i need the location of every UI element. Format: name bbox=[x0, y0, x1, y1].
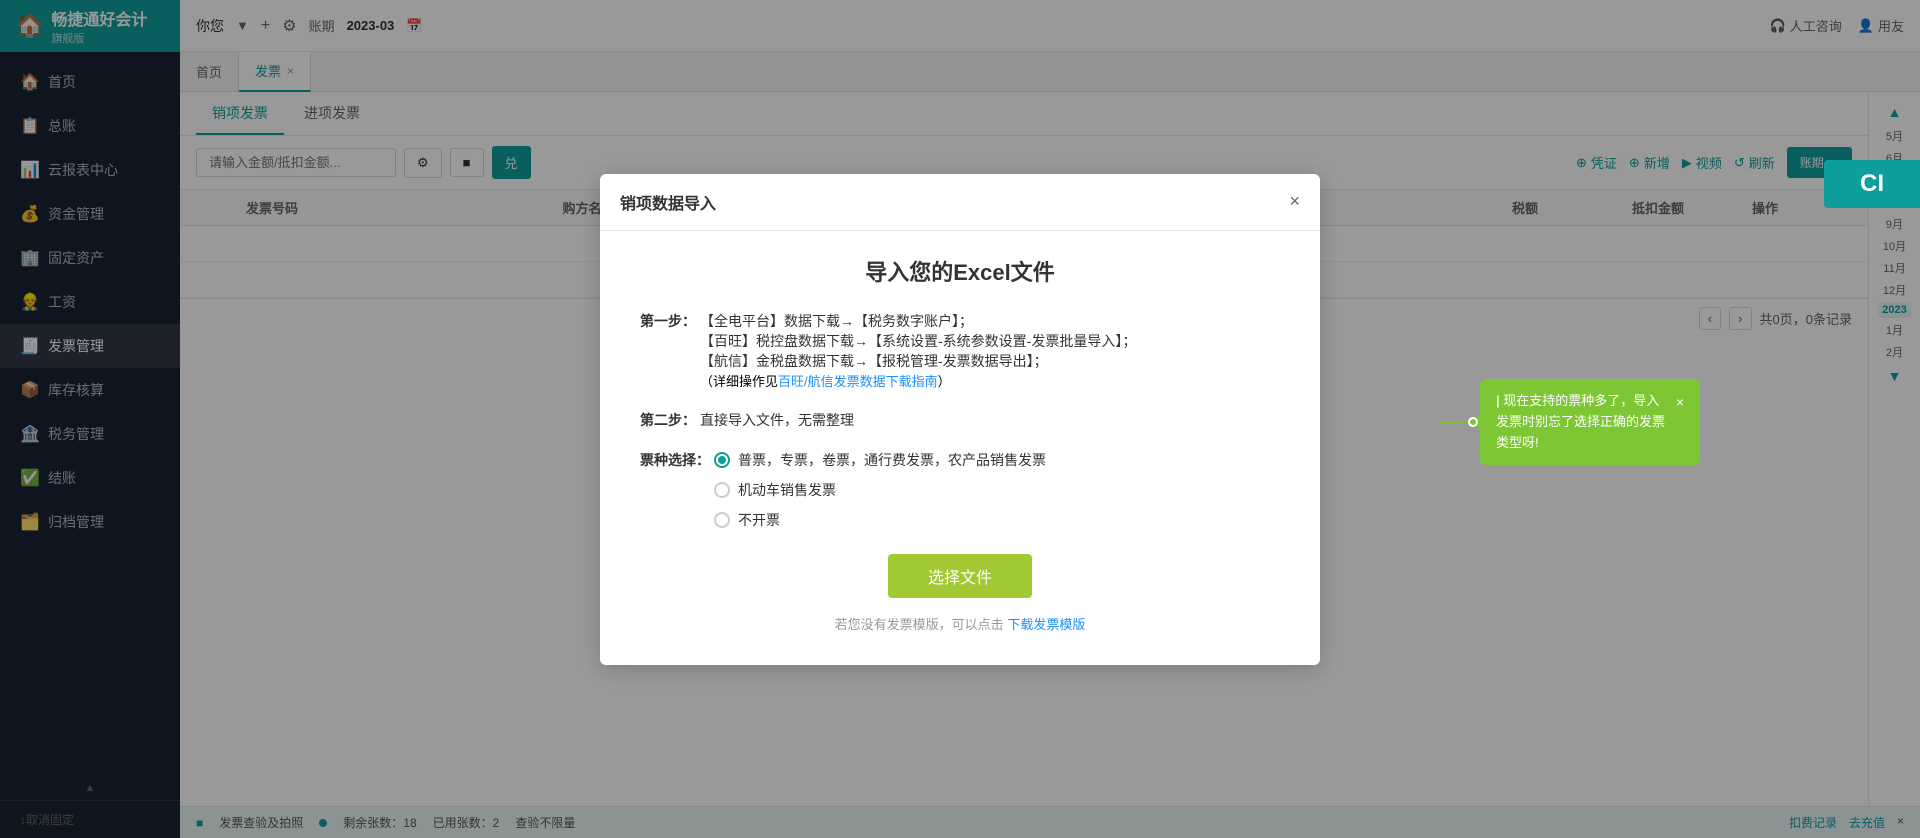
radio-circle-1 bbox=[714, 482, 730, 498]
tooltip-text: 现在支持的票种多了，导入发票时别忘了选择正确的发票类型呀! bbox=[1496, 393, 1665, 450]
tooltip-close-btn[interactable]: × bbox=[1676, 391, 1684, 413]
radio-label-2: 不开票 bbox=[738, 510, 780, 530]
select-file-btn[interactable]: 选择文件 bbox=[888, 554, 1032, 598]
step1-block: 第一步： 【全电平台】数据下载→【税务数字账户】； 【百旺】税控盘数据下载→【系… bbox=[640, 311, 1280, 390]
radio-label-1: 机动车销售发票 bbox=[738, 480, 836, 500]
tooltip-connector bbox=[1440, 417, 1478, 427]
radio-option-1[interactable]: 机动车销售发票 bbox=[714, 480, 1046, 500]
dialog-close-btn[interactable]: × bbox=[1289, 191, 1300, 212]
step1-line3: 【航信】金税盘数据下载→【报税管理-发票数据导出】； bbox=[700, 351, 1136, 371]
step2-label: 第二步： bbox=[640, 410, 696, 430]
radio-option-0[interactable]: 普票，专票，卷票，通行费发票，农产品销售发票 bbox=[714, 450, 1046, 470]
download-template-link[interactable]: 下载发票模版 bbox=[1007, 617, 1085, 632]
dialog-footer: 若您没有发票模版，可以点击 下载发票模版 bbox=[640, 614, 1280, 633]
radio-circle-2 bbox=[714, 512, 730, 528]
radio-group: 普票，专票，卷票，通行费发票，农产品销售发票 机动车销售发票 不开票 bbox=[714, 450, 1046, 530]
step1-label: 第一步： bbox=[640, 311, 696, 331]
radio-option-2[interactable]: 不开票 bbox=[714, 510, 1046, 530]
ticket-selection-block: 票种选择： 普票，专票，卷票，通行费发票，农产品销售发票 机动车销售发票 bbox=[640, 450, 1280, 530]
ticket-label: 票种选择： bbox=[640, 450, 710, 470]
step1-link: （详细操作见百旺/航信发票数据下载指南） bbox=[700, 371, 1136, 390]
tooltip-bubble: × | 现在支持的票种多了，导入发票时别忘了选择正确的发票类型呀! bbox=[1480, 379, 1700, 465]
step1-line1: 【全电平台】数据下载→【税务数字账户】； bbox=[700, 311, 1136, 331]
step2-block: 第二步： 直接导入文件，无需整理 bbox=[640, 410, 1280, 430]
step2-text: 直接导入文件，无需整理 bbox=[700, 410, 854, 430]
dialog-title: 销项数据导入 bbox=[620, 190, 716, 214]
radio-circle-0 bbox=[714, 452, 730, 468]
ci-badge: CI bbox=[1824, 160, 1920, 208]
dialog-header: 销项数据导入 × bbox=[600, 174, 1320, 231]
step1-line2: 【百旺】税控盘数据下载→【系统设置-系统参数设置-发票批量导入】； bbox=[700, 331, 1136, 351]
dialog-body: 导入您的Excel文件 第一步： 【全电平台】数据下载→【税务数字账户】； 【百… bbox=[600, 231, 1320, 665]
dialog-main-title: 导入您的Excel文件 bbox=[640, 255, 1280, 287]
guide-link[interactable]: 百旺/航信发票数据下载指南 bbox=[778, 374, 938, 389]
import-dialog: 销项数据导入 × 导入您的Excel文件 第一步： 【全电平台】数据下载→【税务… bbox=[600, 174, 1320, 665]
modal-overlay: 销项数据导入 × 导入您的Excel文件 第一步： 【全电平台】数据下载→【税务… bbox=[0, 0, 1920, 838]
footer-text: 若您没有发票模版，可以点击 bbox=[835, 617, 1004, 632]
radio-label-0: 普票，专票，卷票，通行费发票，农产品销售发票 bbox=[738, 450, 1046, 470]
